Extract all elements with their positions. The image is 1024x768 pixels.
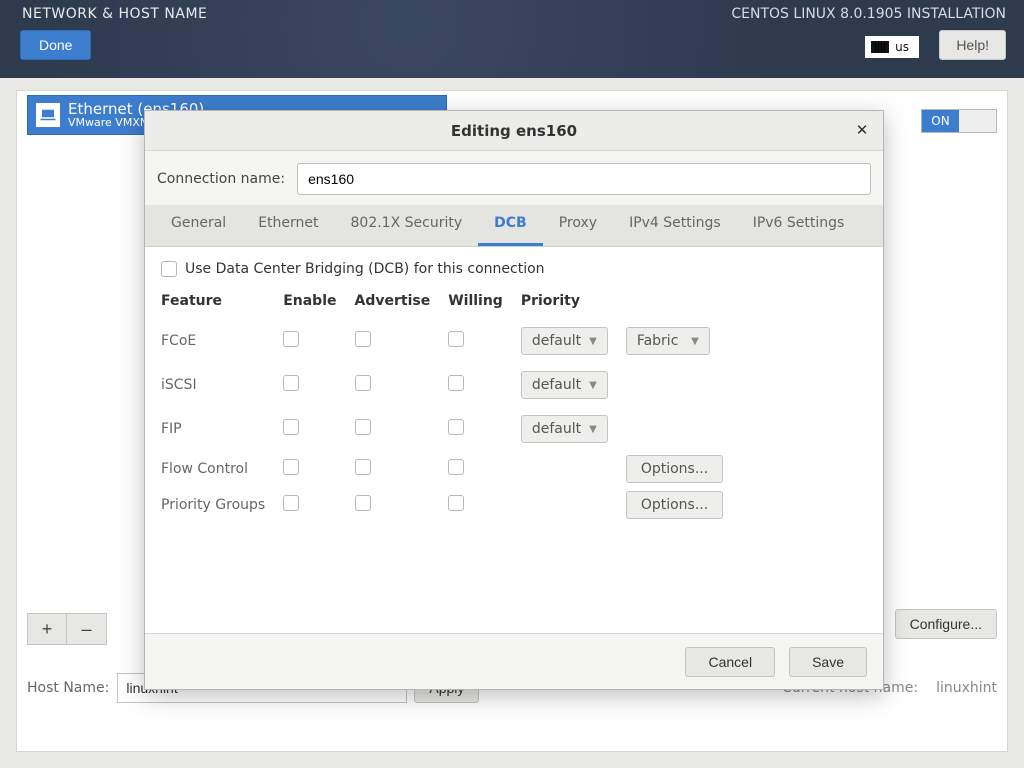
tab-general[interactable]: General xyxy=(155,205,242,246)
connection-name-row: Connection name: xyxy=(145,151,883,205)
willing-checkbox[interactable] xyxy=(448,459,464,475)
willing-checkbox[interactable] xyxy=(448,331,464,347)
dialog-title-bar: Editing ens160 ✕ xyxy=(145,111,883,151)
dcb-enable-row[interactable]: Use Data Center Bridging (DCB) for this … xyxy=(161,261,867,277)
installer-header: NETWORK & HOST NAME CENTOS LINUX 8.0.190… xyxy=(0,0,1024,78)
priority-dropdown[interactable]: default▼ xyxy=(521,327,608,355)
tab-ipv6-settings[interactable]: IPv6 Settings xyxy=(737,205,861,246)
page-title: NETWORK & HOST NAME xyxy=(22,6,207,22)
tab-dcb[interactable]: DCB xyxy=(478,205,543,246)
edit-connection-dialog: Editing ens160 ✕ Connection name: Genera… xyxy=(144,110,884,690)
advertise-checkbox[interactable] xyxy=(355,419,371,435)
feature-name: iSCSI xyxy=(161,363,283,407)
fabric-dropdown[interactable]: Fabric▼ xyxy=(626,327,710,355)
advertise-checkbox[interactable] xyxy=(355,331,371,347)
help-button[interactable]: Help! xyxy=(939,30,1006,60)
dialog-footer: Cancel Save xyxy=(145,633,883,689)
willing-checkbox[interactable] xyxy=(448,375,464,391)
priority-dropdown[interactable]: default▼ xyxy=(521,371,608,399)
connection-toggle[interactable]: ON xyxy=(921,109,997,133)
table-row: iSCSI default▼ xyxy=(161,363,741,407)
cancel-button[interactable]: Cancel xyxy=(685,647,775,677)
feature-name: FCoE xyxy=(161,319,283,363)
keyboard-indicator[interactable]: us xyxy=(865,36,919,58)
nic-icon xyxy=(36,103,60,127)
enable-checkbox[interactable] xyxy=(283,331,299,347)
dcb-checkbox-label: Use Data Center Bridging (DCB) for this … xyxy=(185,261,545,277)
connection-name-field[interactable] xyxy=(297,163,871,195)
remove-connection-button[interactable]: – xyxy=(67,613,107,645)
tab-ipv4-settings[interactable]: IPv4 Settings xyxy=(613,205,737,246)
priority-dropdown[interactable]: default▼ xyxy=(521,415,608,443)
enable-checkbox[interactable] xyxy=(283,419,299,435)
column-header: Priority xyxy=(521,287,626,319)
chevron-down-icon: ▼ xyxy=(589,380,597,391)
tab-proxy[interactable]: Proxy xyxy=(543,205,613,246)
configure-button[interactable]: Configure... xyxy=(895,609,997,639)
feature-name: Flow Control xyxy=(161,451,283,487)
dialog-title: Editing ens160 xyxy=(451,122,577,140)
installer-subtitle: CENTOS LINUX 8.0.1905 INSTALLATION xyxy=(731,6,1006,22)
table-row: FCoE default▼ Fabric▼ xyxy=(161,319,741,363)
chevron-down-icon: ▼ xyxy=(691,336,699,347)
enable-checkbox[interactable] xyxy=(283,495,299,511)
chevron-down-icon: ▼ xyxy=(589,424,597,435)
column-header: Advertise xyxy=(355,287,449,319)
column-header: Willing xyxy=(448,287,521,319)
tab-ethernet[interactable]: Ethernet xyxy=(242,205,334,246)
feature-name: Priority Groups xyxy=(161,487,283,523)
dcb-feature-table: FeatureEnableAdvertiseWillingPriority FC… xyxy=(161,287,741,523)
close-icon[interactable]: ✕ xyxy=(851,119,873,141)
advertise-checkbox[interactable] xyxy=(355,459,371,475)
feature-name: FIP xyxy=(161,407,283,451)
enable-checkbox[interactable] xyxy=(283,375,299,391)
done-button[interactable]: Done xyxy=(20,30,91,60)
advertise-checkbox[interactable] xyxy=(355,495,371,511)
keyboard-icon xyxy=(871,41,889,53)
keyboard-layout: us xyxy=(895,40,909,54)
willing-checkbox[interactable] xyxy=(448,419,464,435)
add-connection-button[interactable]: + xyxy=(27,613,67,645)
current-hostname-value: linuxhint xyxy=(936,680,997,696)
willing-checkbox[interactable] xyxy=(448,495,464,511)
toggle-off-side xyxy=(959,110,996,132)
table-row: Flow Control Options... xyxy=(161,451,741,487)
add-remove-group: + – xyxy=(27,613,107,645)
column-header: Enable xyxy=(283,287,354,319)
tab-802-1x-security[interactable]: 802.1X Security xyxy=(335,205,479,246)
column-header xyxy=(626,287,741,319)
dcb-checkbox[interactable] xyxy=(161,261,177,277)
table-row: Priority Groups Options... xyxy=(161,487,741,523)
connection-name-label: Connection name: xyxy=(157,171,285,187)
enable-checkbox[interactable] xyxy=(283,459,299,475)
dcb-panel: Use Data Center Bridging (DCB) for this … xyxy=(145,247,883,633)
options-button[interactable]: Options... xyxy=(626,491,723,519)
save-button[interactable]: Save xyxy=(789,647,867,677)
toggle-on-label: ON xyxy=(922,110,959,132)
table-row: FIP default▼ xyxy=(161,407,741,451)
dialog-tabs: GeneralEthernet802.1X SecurityDCBProxyIP… xyxy=(145,205,883,247)
column-header: Feature xyxy=(161,287,283,319)
options-button[interactable]: Options... xyxy=(626,455,723,483)
chevron-down-icon: ▼ xyxy=(589,336,597,347)
hostname-label: Host Name: xyxy=(27,680,109,696)
advertise-checkbox[interactable] xyxy=(355,375,371,391)
